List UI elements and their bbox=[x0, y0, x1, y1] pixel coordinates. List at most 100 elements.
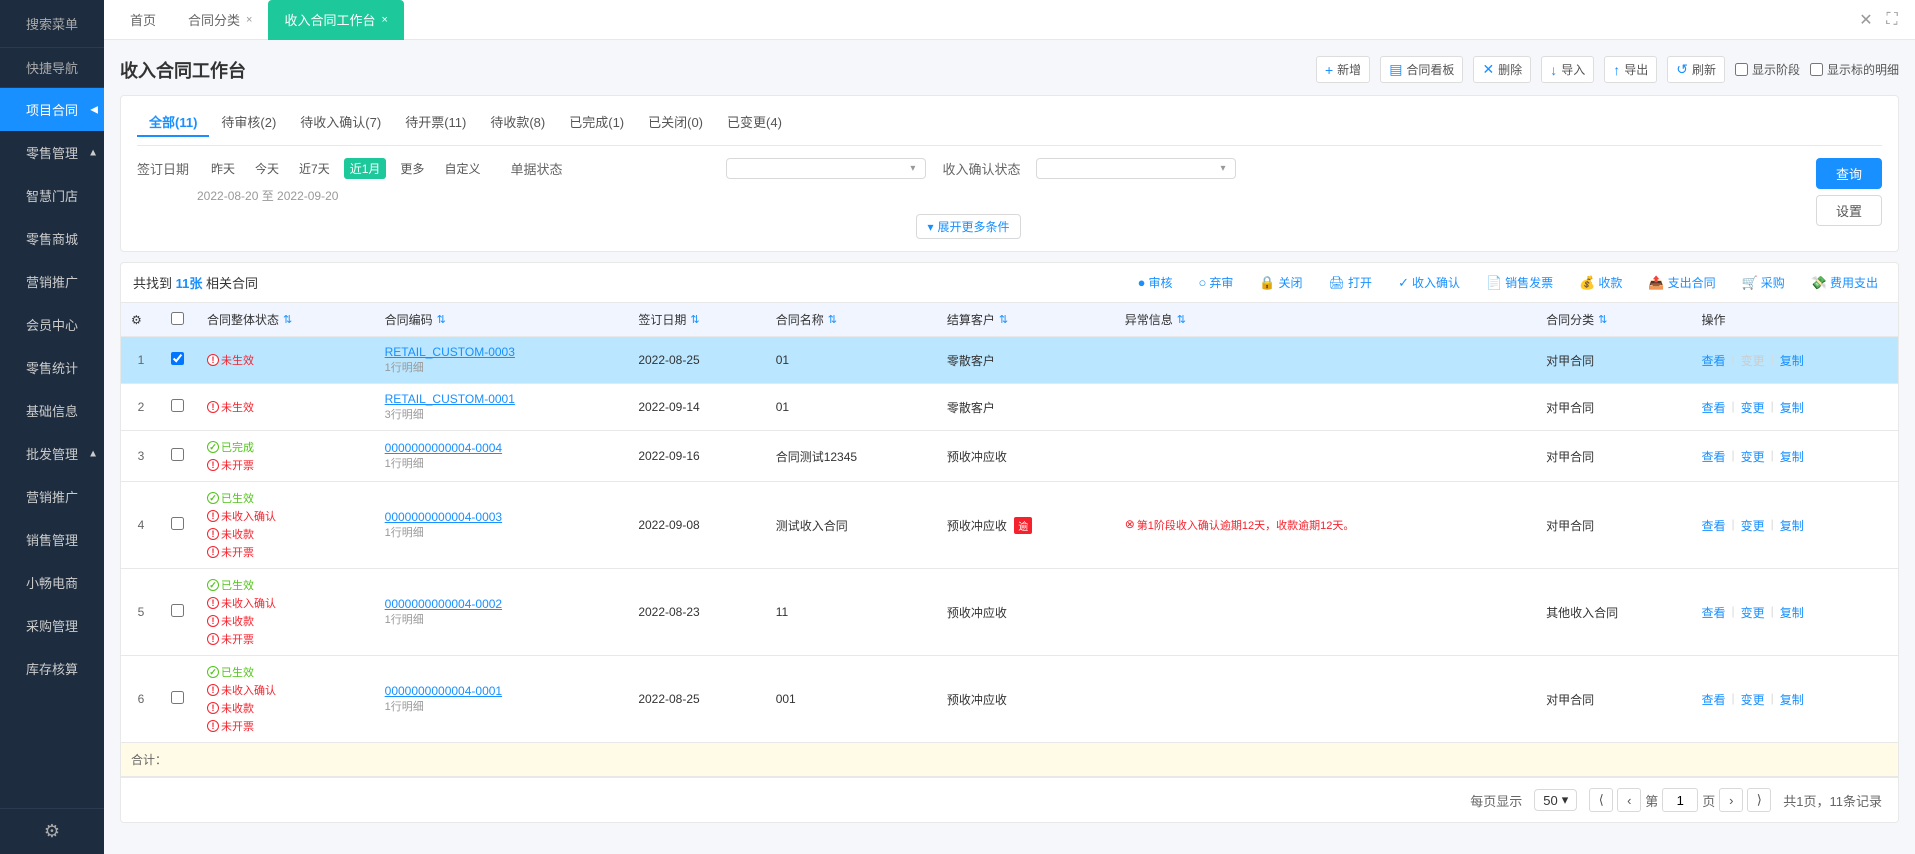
status-tab-pending-payment[interactable]: 待收款(8) bbox=[478, 108, 557, 137]
status-tab-closed[interactable]: 已关闭(0) bbox=[636, 108, 715, 137]
change-link[interactable]: 变更 bbox=[1741, 691, 1765, 708]
print-btn[interactable]: 🖨 打开 bbox=[1321, 271, 1381, 294]
status-tab-pending-invoice[interactable]: 待开票(11) bbox=[393, 108, 478, 137]
window-close-btn[interactable]: ✕ bbox=[1858, 12, 1874, 28]
change-link[interactable]: 变更 bbox=[1741, 604, 1765, 621]
row-checkbox[interactable] bbox=[161, 656, 197, 743]
sidebar-item-retail-stats[interactable]: 零售统计 bbox=[0, 346, 104, 389]
copy-link[interactable]: 复制 bbox=[1780, 517, 1804, 534]
sidebar-item-project-contract[interactable]: 项目合同 ◀ bbox=[0, 88, 104, 131]
tab-contract-category[interactable]: 合同分类 × bbox=[172, 0, 268, 40]
status-tab-all[interactable]: 全部(11) bbox=[137, 108, 209, 137]
export-button[interactable]: ↑ 导出 bbox=[1604, 56, 1657, 83]
view-link[interactable]: 查看 bbox=[1701, 604, 1725, 621]
abandon-btn[interactable]: ○ 弃审 bbox=[1190, 271, 1241, 294]
view-link[interactable]: 查看 bbox=[1701, 691, 1725, 708]
th-settlement-customer[interactable]: 结算客户 ⇅ bbox=[937, 303, 1115, 337]
expand-more-btn[interactable]: ▾ 展开更多条件 bbox=[916, 214, 1020, 239]
copy-link[interactable]: 复制 bbox=[1780, 691, 1804, 708]
contract-code-link[interactable]: 0000000000004-0001 bbox=[385, 684, 502, 698]
window-maximize-btn[interactable]: ⛶ bbox=[1884, 12, 1900, 28]
show-fields-checkbox[interactable] bbox=[1735, 63, 1748, 76]
income-confirm-filter-select[interactable]: ▾ bbox=[1036, 158, 1236, 179]
row-checkbox[interactable] bbox=[161, 337, 197, 384]
contract-code-link[interactable]: RETAIL_CUSTOM-0003 bbox=[385, 345, 515, 359]
th-contract-category[interactable]: 合同分类 ⇅ bbox=[1536, 303, 1691, 337]
date-btn-1month[interactable]: 近1月 bbox=[344, 158, 387, 179]
contract-code-link[interactable]: 0000000000004-0004 bbox=[385, 441, 502, 455]
delete-button[interactable]: ✕ 删除 bbox=[1473, 56, 1531, 83]
th-settings[interactable]: ⚙ bbox=[121, 303, 161, 337]
th-sign-date[interactable]: 签订日期 ⇅ bbox=[628, 303, 765, 337]
import-button[interactable]: ↓ 导入 bbox=[1541, 56, 1594, 83]
row-checkbox[interactable] bbox=[161, 482, 197, 569]
close-btn[interactable]: 🔒 关闭 bbox=[1251, 271, 1310, 294]
contract-code-link[interactable]: 0000000000004-0002 bbox=[385, 597, 502, 611]
copy-link[interactable]: 复制 bbox=[1780, 352, 1804, 369]
refresh-button[interactable]: ↺ 刷新 bbox=[1667, 56, 1725, 83]
sidebar-item-wholesale-mgmt[interactable]: 批发管理 ▲ bbox=[0, 432, 104, 475]
pay-out-btn[interactable]: 📤 支出合同 bbox=[1640, 271, 1723, 294]
date-btn-more[interactable]: 更多 bbox=[394, 158, 430, 179]
date-btn-today[interactable]: 今天 bbox=[249, 158, 285, 179]
sidebar-quick-nav[interactable]: 快捷导航 bbox=[0, 48, 104, 88]
select-all-checkbox[interactable] bbox=[171, 312, 184, 325]
view-link[interactable]: 查看 bbox=[1701, 517, 1725, 534]
change-link[interactable]: 变更 bbox=[1741, 399, 1765, 416]
sidebar-item-basic-info[interactable]: 基础信息 bbox=[0, 389, 104, 432]
status-tab-completed[interactable]: 已完成(1) bbox=[557, 108, 636, 137]
tab-home[interactable]: 首页 bbox=[114, 0, 172, 40]
copy-link[interactable]: 复制 bbox=[1780, 399, 1804, 416]
tab-income-contract[interactable]: 收入合同工作台 × bbox=[268, 0, 403, 40]
contract-board-button[interactable]: ▤ 合同看板 bbox=[1380, 56, 1463, 83]
add-button[interactable]: + 新增 bbox=[1316, 56, 1370, 83]
status-filter-select[interactable]: ▾ bbox=[726, 158, 926, 179]
date-btn-custom[interactable]: 自定义 bbox=[438, 158, 486, 179]
review-btn[interactable]: ● 审核 bbox=[1130, 271, 1181, 294]
contract-code-link[interactable]: 0000000000004-0003 bbox=[385, 510, 502, 524]
status-tab-changed[interactable]: 已变更(4) bbox=[715, 108, 794, 137]
date-btn-7days[interactable]: 近7天 bbox=[293, 158, 336, 179]
sidebar-item-marketing2[interactable]: 营销推广 bbox=[0, 475, 104, 518]
row-checkbox[interactable] bbox=[161, 431, 197, 482]
sidebar-item-purchase-mgmt[interactable]: 采购管理 bbox=[0, 604, 104, 647]
th-exception-info[interactable]: 异常信息 ⇅ bbox=[1115, 303, 1536, 337]
view-link[interactable]: 查看 bbox=[1701, 352, 1725, 369]
change-link[interactable]: 变更 bbox=[1741, 448, 1765, 465]
prev-page-btn[interactable]: ‹ bbox=[1617, 788, 1641, 812]
status-tab-pending-review[interactable]: 待审核(2) bbox=[209, 108, 288, 137]
date-btn-yesterday[interactable]: 昨天 bbox=[205, 158, 241, 179]
show-marked-checkbox[interactable] bbox=[1810, 63, 1823, 76]
row-checkbox[interactable] bbox=[161, 569, 197, 656]
view-link[interactable]: 查看 bbox=[1701, 399, 1725, 416]
purchase-btn[interactable]: 🛒 采购 bbox=[1734, 271, 1793, 294]
sidebar-item-retail-commerce[interactable]: 零售商城 bbox=[0, 217, 104, 260]
page-size-select[interactable]: 50 ▾ bbox=[1534, 789, 1577, 811]
sidebar-search[interactable]: 搜索菜单 bbox=[0, 0, 104, 48]
query-button[interactable]: 查询 bbox=[1816, 158, 1882, 189]
sidebar-item-member-center[interactable]: 会员中心 bbox=[0, 303, 104, 346]
change-link[interactable]: 变更 bbox=[1741, 517, 1765, 534]
status-tab-pending-income-confirm[interactable]: 待收入确认(7) bbox=[288, 108, 393, 137]
sidebar-item-smart-store[interactable]: 智慧门店 bbox=[0, 174, 104, 217]
tab-contract-category-close[interactable]: × bbox=[246, 14, 252, 26]
expense-btn[interactable]: 💸 费用支出 bbox=[1803, 271, 1886, 294]
show-marked-checkbox-label[interactable]: 显示标的明细 bbox=[1810, 61, 1899, 78]
payment-btn[interactable]: 💰 收款 bbox=[1571, 271, 1630, 294]
table-scroll-container[interactable]: ⚙ 合同整体状态 ⇅ bbox=[121, 303, 1898, 777]
sidebar-item-inventory-calc[interactable]: 库存核算 bbox=[0, 647, 104, 690]
copy-link[interactable]: 复制 bbox=[1780, 448, 1804, 465]
page-number-input[interactable] bbox=[1662, 788, 1698, 812]
contract-code-link[interactable]: RETAIL_CUSTOM-0001 bbox=[385, 392, 515, 406]
sales-invoice-btn[interactable]: 📄 销售发票 bbox=[1478, 271, 1561, 294]
sidebar-item-retail-mgmt[interactable]: 零售管理 ▲ bbox=[0, 131, 104, 174]
last-page-btn[interactable]: ⟩ bbox=[1747, 788, 1771, 812]
show-fields-checkbox-label[interactable]: 显示阶段 bbox=[1735, 61, 1800, 78]
income-confirm-btn[interactable]: ✓ 收入确认 bbox=[1390, 271, 1468, 294]
sidebar-settings[interactable]: ⚙ bbox=[0, 808, 104, 854]
row-checkbox[interactable] bbox=[161, 384, 197, 431]
sidebar-item-marketing[interactable]: 营销推广 bbox=[0, 260, 104, 303]
th-contract-name[interactable]: 合同名称 ⇅ bbox=[766, 303, 937, 337]
th-overall-status[interactable]: 合同整体状态 ⇅ bbox=[197, 303, 375, 337]
sidebar-item-xiaochangec[interactable]: 小畅电商 bbox=[0, 561, 104, 604]
